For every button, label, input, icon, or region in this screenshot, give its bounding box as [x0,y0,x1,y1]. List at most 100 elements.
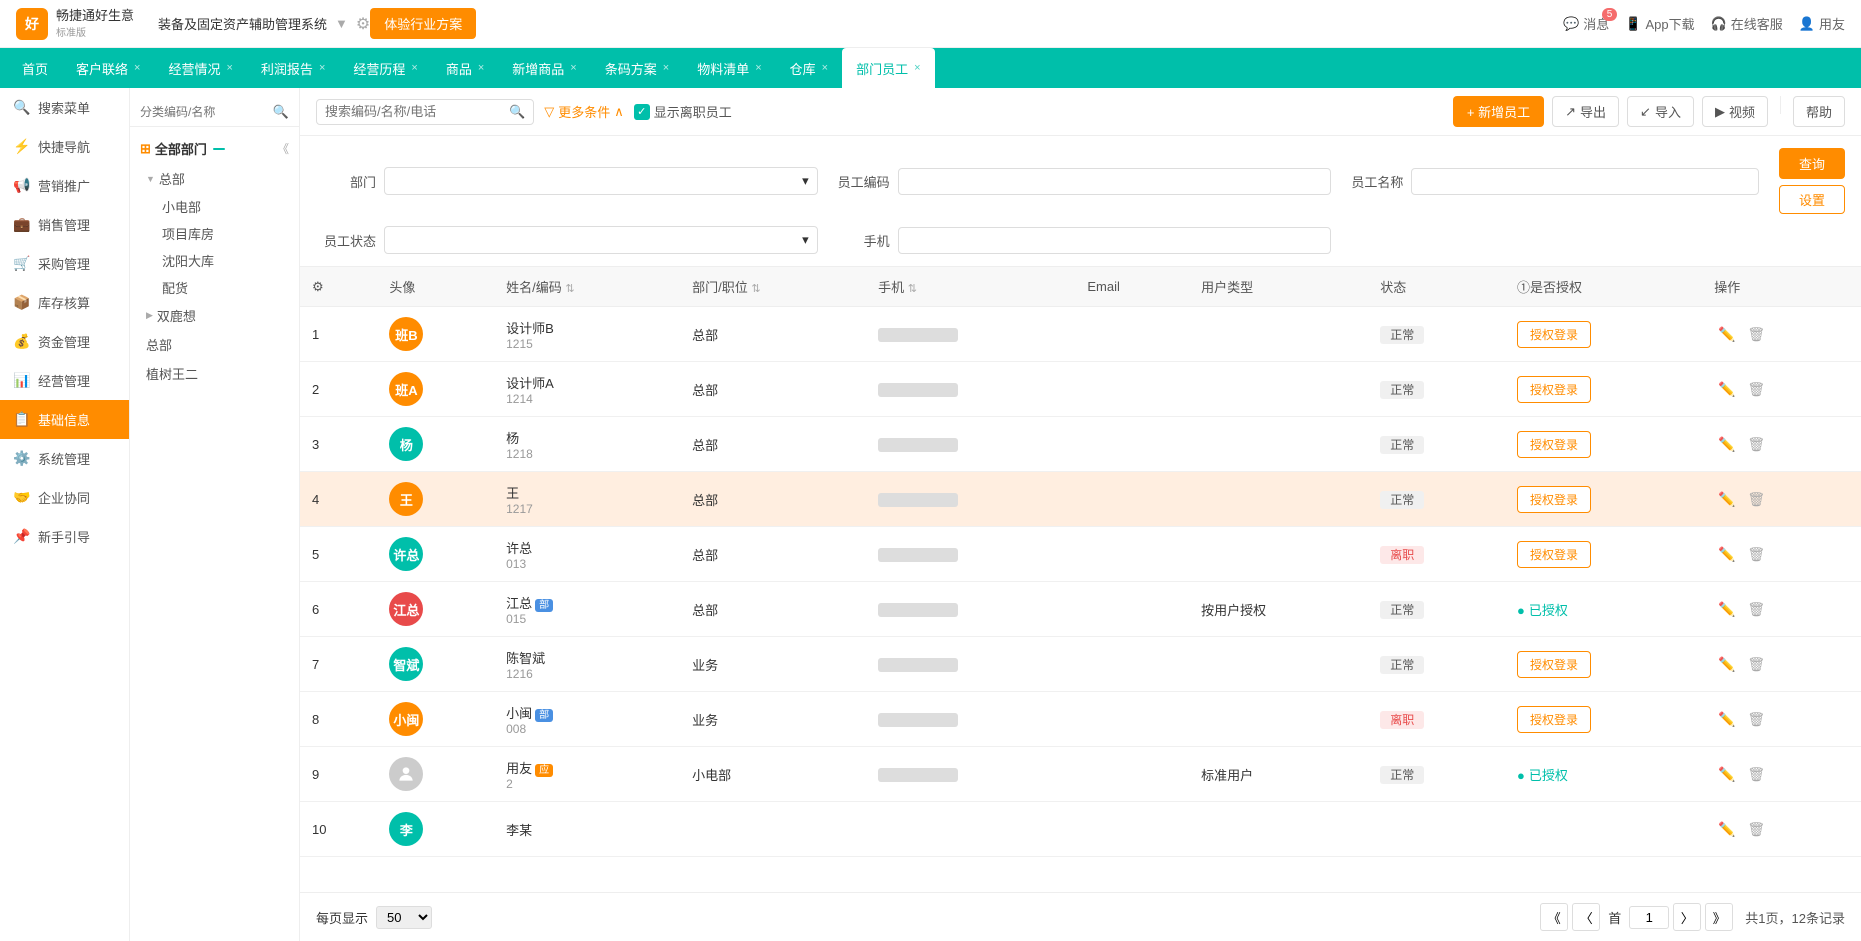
close-icon[interactable]: × [226,62,232,74]
tree-node-project[interactable]: 项目库房 [138,220,299,247]
edit-button[interactable]: ✏️ [1714,599,1739,620]
auth-button[interactable]: 授权登录 [1517,321,1591,348]
close-icon[interactable]: × [914,62,920,74]
tab-warehouse[interactable]: 仓库× [776,48,842,88]
delete-button[interactable]: 🗑 [1743,764,1769,785]
online-service-wrap[interactable]: 🎧 在线客服 [1711,14,1783,33]
close-icon[interactable]: × [478,62,484,74]
delete-button[interactable]: 🗑 [1743,819,1769,840]
edit-button[interactable]: ✏️ [1714,764,1739,785]
col-dept[interactable]: 部门/职位 ⇅ [680,267,866,307]
dept-search-input[interactable] [140,105,273,119]
sidebar-item-sales[interactable]: 💼 销售管理 [0,205,129,244]
trial-button[interactable]: 体验行业方案 [370,8,476,39]
tab-customer[interactable]: 客户联络× [62,48,154,88]
empname-input[interactable] [1411,168,1759,195]
auth-button[interactable]: 授权登录 [1517,706,1591,733]
delete-button[interactable]: 🗑 [1743,489,1769,510]
sidebar-item-finance[interactable]: 💰 资金管理 [0,322,129,361]
edit-button[interactable]: ✏️ [1714,819,1739,840]
close-icon[interactable]: × [755,62,761,74]
close-icon[interactable]: × [570,62,576,74]
help-button[interactable]: 帮助 [1793,96,1845,127]
tab-goods[interactable]: 商品× [432,48,498,88]
tab-bom[interactable]: 物料清单× [683,48,775,88]
tree-node-zongbu-root[interactable]: ▼ 总部 [138,164,299,193]
per-page-select[interactable]: 50 100 [376,906,432,929]
user-wrap[interactable]: 👤 用友 [1799,14,1845,33]
delete-button[interactable]: 🗑 [1743,379,1769,400]
search-input[interactable] [325,104,505,119]
sidebar-item-purchase[interactable]: 🛒 采购管理 [0,244,129,283]
tree-node-xiaodian[interactable]: 小电部 [138,193,299,220]
edit-button[interactable]: ✏️ [1714,434,1739,455]
tab-barcode[interactable]: 条码方案× [591,48,683,88]
tree-node-zongbu[interactable]: 总部 [138,330,299,359]
dept-header[interactable]: ⊞ 全部部门 《 [130,133,299,164]
tab-employees[interactable]: 部门员工× [842,48,934,88]
edit-button[interactable]: ✏️ [1714,654,1739,675]
delete-button[interactable]: 🗑 [1743,544,1769,565]
auth-button[interactable]: 授权登录 [1517,431,1591,458]
col-name[interactable]: 姓名/编码 ⇅ [494,267,680,307]
message-icon-wrap[interactable]: 💬 消息 5 [1563,14,1609,33]
delete-button[interactable]: 🗑 [1743,709,1769,730]
reset-button[interactable]: 设置 [1779,185,1845,214]
tab-profit[interactable]: 利润报告× [247,48,339,88]
query-button[interactable]: 查询 [1779,148,1845,179]
tree-node-zhishu[interactable]: 植树王二 [138,359,299,388]
close-icon[interactable]: × [319,62,325,74]
phone-input[interactable] [898,227,1332,254]
tab-operations[interactable]: 经营情况× [154,48,246,88]
dept-filter-select[interactable]: ▾ [384,167,818,195]
close-icon[interactable]: × [822,62,828,74]
col-settings[interactable]: ⚙ [300,267,377,307]
last-page-btn[interactable]: 》 [1705,903,1733,931]
edit-button[interactable]: ✏️ [1714,489,1739,510]
export-button[interactable]: ↗ 导出 [1552,96,1619,127]
show-resigned-toggle[interactable]: ✓ 显示离职员工 [634,102,732,121]
page-input[interactable] [1629,906,1669,929]
close-icon[interactable]: × [663,62,669,74]
auth-button[interactable]: 授权登录 [1517,651,1591,678]
close-icon[interactable]: × [411,62,417,74]
delete-button[interactable]: 🗑 [1743,434,1769,455]
add-employee-button[interactable]: + 新增员工 [1453,96,1544,127]
search-icon[interactable]: 🔍 [509,104,525,120]
sidebar-item-system[interactable]: ⚙️ 系统管理 [0,439,129,478]
auth-button[interactable]: 授权登录 [1517,486,1591,513]
status-filter-select[interactable]: ▾ [384,226,818,254]
auth-button[interactable]: 授权登录 [1517,376,1591,403]
sidebar-item-shortcut[interactable]: ⚡ 快捷导航 [0,127,129,166]
sidebar-item-basic[interactable]: 📋 基础信息 [0,400,129,439]
tab-home[interactable]: 首页 [8,48,62,88]
delete-button[interactable]: 🗑 [1743,324,1769,345]
tab-add-goods[interactable]: 新增商品× [498,48,590,88]
sidebar-item-guide[interactable]: 📌 新手引导 [0,517,129,556]
video-button[interactable]: ▶ 视频 [1702,96,1768,127]
empcode-input[interactable] [898,168,1332,195]
edit-button[interactable]: ✏️ [1714,544,1739,565]
dept-search-icon[interactable]: 🔍 [273,104,289,120]
first-page-btn[interactable]: 《 [1540,903,1568,931]
tree-node-peihuo[interactable]: 配货 [138,274,299,301]
edit-button[interactable]: ✏️ [1714,324,1739,345]
tab-history[interactable]: 经营历程× [339,48,431,88]
edit-button[interactable]: ✏️ [1714,709,1739,730]
prev-page-btn[interactable]: 〈 [1572,903,1600,931]
col-phone[interactable]: 手机 ⇅ [866,267,1075,307]
dept-collapse-btn[interactable]: 《 [277,140,289,157]
sidebar-item-collab[interactable]: 🤝 企业协同 [0,478,129,517]
sidebar-item-mgmt[interactable]: 📊 经营管理 [0,361,129,400]
system-title-dropdown[interactable]: ▼ [335,16,348,31]
delete-button[interactable]: 🗑 [1743,599,1769,620]
tree-node-shenyang[interactable]: 沈阳大库 [138,247,299,274]
edit-button[interactable]: ✏️ [1714,379,1739,400]
app-download-wrap[interactable]: 📱 App下载 [1625,14,1694,33]
close-icon[interactable]: × [134,62,140,74]
next-page-btn[interactable]: 〉 [1673,903,1701,931]
auth-button[interactable]: 授权登录 [1517,541,1591,568]
tree-node-shuanglu[interactable]: ▶ 双鹿想 [138,301,299,330]
more-filter-btn[interactable]: ▽ 更多条件 ∧ [544,102,624,121]
sidebar-item-search[interactable]: 🔍 搜索菜单 [0,88,129,127]
